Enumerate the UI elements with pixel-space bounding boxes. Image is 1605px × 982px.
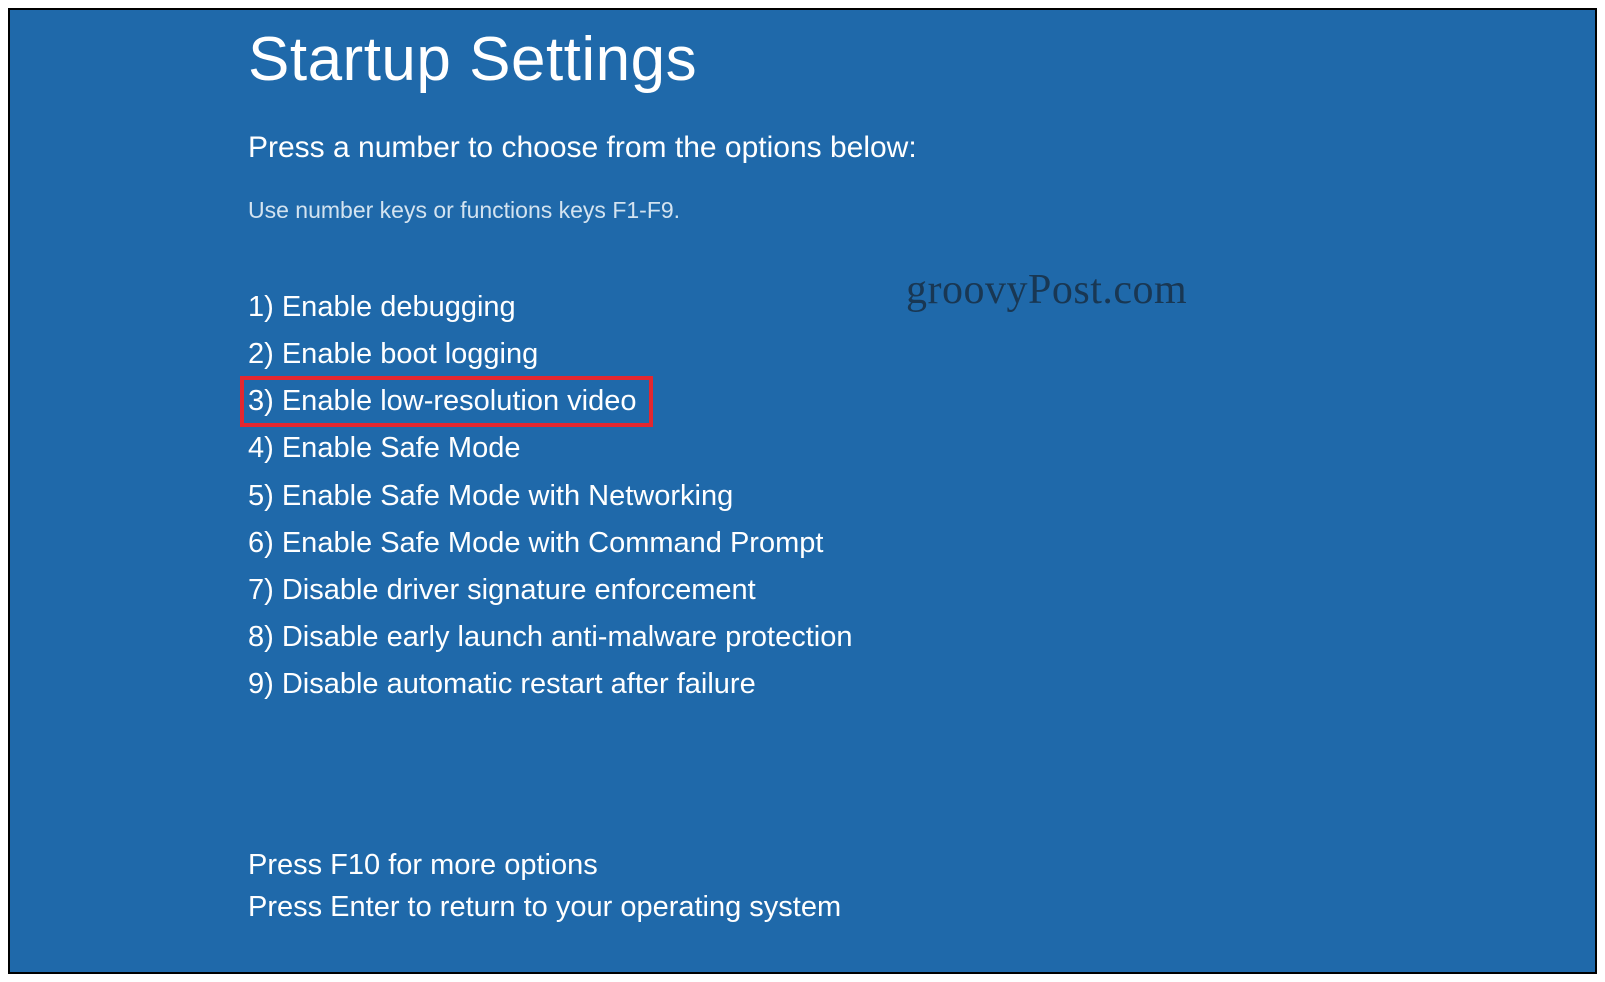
option-8-disable-early-launch-anti-malware[interactable]: 8) Disable early launch anti-malware pro… bbox=[248, 618, 860, 657]
page-title: Startup Settings bbox=[248, 24, 1595, 95]
footer-return-os: Press Enter to return to your operating … bbox=[248, 886, 1595, 928]
options-list: 1) Enable debugging 2) Enable boot loggi… bbox=[248, 288, 1595, 704]
option-9-disable-automatic-restart[interactable]: 9) Disable automatic restart after failu… bbox=[248, 665, 764, 704]
option-3-enable-low-resolution-video[interactable]: 3) Enable low-resolution video bbox=[240, 376, 653, 427]
option-5-enable-safe-mode-networking[interactable]: 5) Enable Safe Mode with Networking bbox=[248, 477, 741, 516]
option-4-enable-safe-mode[interactable]: 4) Enable Safe Mode bbox=[248, 429, 528, 468]
option-1-enable-debugging[interactable]: 1) Enable debugging bbox=[248, 288, 524, 327]
footer-more-options: Press F10 for more options bbox=[248, 844, 1595, 886]
watermark-text: groovyPost.com bbox=[906, 266, 1187, 314]
instruction-text: Use number keys or functions keys F1-F9. bbox=[248, 197, 1595, 224]
option-2-enable-boot-logging[interactable]: 2) Enable boot logging bbox=[248, 335, 546, 374]
startup-settings-screen: Startup Settings Press a number to choos… bbox=[8, 8, 1597, 974]
option-6-enable-safe-mode-command-prompt[interactable]: 6) Enable Safe Mode with Command Prompt bbox=[248, 524, 831, 563]
content-area: Startup Settings Press a number to choos… bbox=[10, 10, 1595, 928]
subtitle: Press a number to choose from the option… bbox=[248, 131, 1595, 165]
option-7-disable-driver-signature-enforcement[interactable]: 7) Disable driver signature enforcement bbox=[248, 571, 764, 610]
footer-hints: Press F10 for more options Press Enter t… bbox=[248, 844, 1595, 928]
